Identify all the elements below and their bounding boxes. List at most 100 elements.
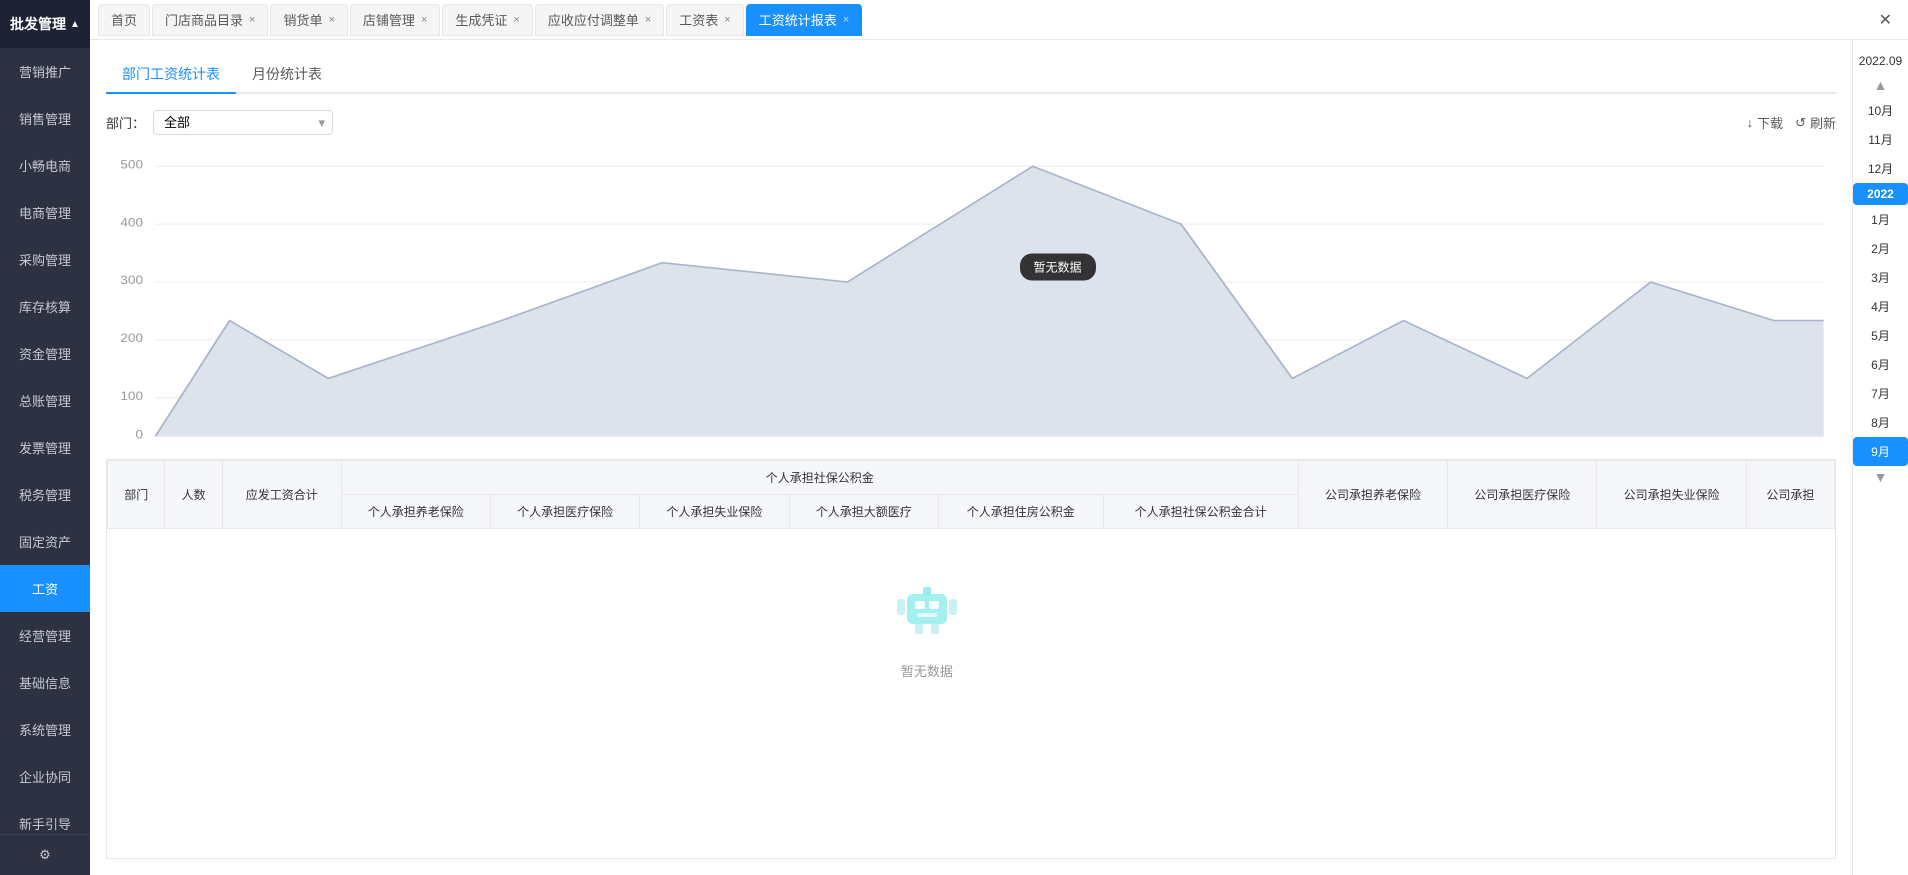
col-personal-total: 个人承担社保公积金合计 (1103, 495, 1298, 529)
download-button[interactable]: ↓ 下载 (1747, 113, 1784, 132)
tab-payable[interactable]: 应收应付调整单 × (535, 4, 664, 36)
col-personal-housing: 个人承担住房公积金 (938, 495, 1103, 529)
sidebar-item-salary[interactable]: 工资 (0, 565, 90, 612)
date-up-button[interactable]: ▲ (1867, 74, 1895, 96)
sidebar-item-ecommerce[interactable]: 电商管理 (0, 189, 90, 236)
date-month-dec[interactable]: 12月 (1853, 154, 1908, 183)
stats-table: 部门 人数 应发工资合计 个人承担社保公积金 公司承担养老保险 公司承担医疗保险… (107, 460, 1835, 720)
sidebar-item-finance[interactable]: 资金管理 (0, 330, 90, 377)
dept-label: 部门： (106, 113, 145, 132)
tab-label-salary-report: 工资统计报表 (759, 10, 837, 29)
settings-icon: ⚙ (39, 847, 51, 862)
svg-text:200: 200 (120, 331, 143, 345)
empty-icon (887, 569, 967, 649)
dept-select-wrapper: 全部 (153, 110, 333, 135)
sidebar-item-ledger[interactable]: 总账管理 (0, 377, 90, 424)
date-month-may[interactable]: 5月 (1853, 321, 1908, 350)
chart-svg: 500 400 300 200 100 0 (106, 147, 1836, 447)
sidebar-title: 批发管理 (10, 14, 66, 34)
col-personal-medical: 个人承担医疗保险 (490, 495, 639, 529)
tab-close-store-mgmt[interactable]: × (421, 14, 427, 26)
table-wrapper[interactable]: 部门 人数 应发工资合计 个人承担社保公积金 公司承担养老保险 公司承担医疗保险… (106, 459, 1836, 859)
date-month-jul[interactable]: 7月 (1853, 379, 1908, 408)
sidebar-chevron-icon: ▲ (70, 19, 80, 30)
chart-container: 500 400 300 200 100 0 (106, 147, 1836, 447)
sidebar: 批发管理 ▲ 营销推广销售管理小畅电商电商管理采购管理库存核算资金管理总账管理发… (0, 0, 90, 875)
col-personal-pension: 个人承担养老保险 (341, 495, 490, 529)
date-year-2022[interactable]: 2022 (1853, 183, 1908, 205)
tab-label-store-mgmt: 店铺管理 (363, 10, 415, 29)
tab-product-catalog[interactable]: 门店商品目录 × (152, 4, 268, 36)
date-month-mar[interactable]: 3月 (1853, 263, 1908, 292)
toolbar: 部门： 全部 ↓ 下载 ↺ 刷新 (106, 110, 1836, 135)
sidebar-item-guide[interactable]: 新手引导 (0, 800, 90, 834)
empty-row: 暂无数据 (108, 529, 1835, 721)
date-down-button[interactable]: ▼ (1867, 466, 1895, 488)
sidebar-header[interactable]: 批发管理 ▲ (0, 0, 90, 48)
svg-text:100: 100 (120, 389, 143, 403)
refresh-icon: ↺ (1795, 115, 1806, 131)
tab-label-payroll: 工资表 (679, 10, 718, 29)
svg-text:300: 300 (120, 273, 143, 287)
date-month-nov[interactable]: 11月 (1853, 125, 1908, 154)
tab-voucher[interactable]: 生成凭证× (442, 4, 532, 36)
tab-close-salary-report[interactable]: × (843, 14, 849, 26)
date-month-aug[interactable]: 8月 (1853, 408, 1908, 437)
empty-label: 暂无数据 (901, 661, 953, 680)
date-month-feb[interactable]: 2月 (1853, 234, 1908, 263)
tab-label-payable: 应收应付调整单 (548, 10, 639, 29)
col-personal-group: 个人承担社保公积金 (341, 461, 1298, 495)
sidebar-item-enterprise[interactable]: 企业协同 (0, 753, 90, 800)
sidebar-item-basic[interactable]: 基础信息 (0, 659, 90, 706)
svg-text:0: 0 (136, 427, 144, 441)
tab-label-product-catalog: 门店商品目录 (165, 10, 243, 29)
date-month-jun[interactable]: 6月 (1853, 350, 1908, 379)
col-company-pension: 公司承担养老保险 (1298, 461, 1447, 529)
sidebar-item-operations[interactable]: 经营管理 (0, 612, 90, 659)
page-area: 部门工资统计表月份统计表 部门： 全部 ↓ 下载 (90, 40, 1852, 875)
refresh-button[interactable]: ↺ 刷新 (1795, 113, 1836, 132)
col-company-medical: 公司承担医疗保险 (1448, 461, 1597, 529)
tab-close-voucher[interactable]: × (513, 14, 519, 26)
col-company-unemployment: 公司承担失业保险 (1597, 461, 1746, 529)
sidebar-item-system[interactable]: 系统管理 (0, 706, 90, 753)
tab-store-mgmt[interactable]: 店铺管理 × (350, 4, 440, 36)
tab-payroll[interactable]: 工资表 × (666, 4, 743, 36)
download-label: 下载 (1757, 113, 1783, 132)
date-month-sep[interactable]: 9月 (1853, 437, 1908, 466)
content-area: 部门工资统计表月份统计表 部门： 全部 ↓ 下载 (90, 40, 1908, 875)
sidebar-item-tax[interactable]: 税务管理 (0, 471, 90, 518)
sub-tabs: 部门工资统计表月份统计表 (106, 56, 1836, 94)
sidebar-item-inventory[interactable]: 库存核算 (0, 283, 90, 330)
sidebar-item-ecommerce-small[interactable]: 小畅电商 (0, 142, 90, 189)
sidebar-item-purchase[interactable]: 采购管理 (0, 236, 90, 283)
tab-label-home: 首页 (111, 10, 137, 29)
date-month-apr[interactable]: 4月 (1853, 292, 1908, 321)
empty-state: 暂无数据 (108, 529, 1747, 720)
tab-close-product-catalog[interactable]: × (249, 14, 255, 26)
table-group-header-row: 部门 人数 应发工资合计 个人承担社保公积金 公司承担养老保险 公司承担医疗保险… (108, 461, 1835, 495)
col-personal-serious: 个人承担大额医疗 (789, 495, 938, 529)
dept-select[interactable]: 全部 (153, 110, 333, 135)
tab-close-sales-order[interactable]: × (328, 14, 334, 26)
sidebar-item-invoice[interactable]: 发票管理 (0, 424, 90, 471)
sidebar-item-sales[interactable]: 销售管理 (0, 95, 90, 142)
date-month-oct[interactable]: 10月 (1853, 96, 1908, 125)
col-gross: 应发工资合计 (222, 461, 341, 529)
tab-home[interactable]: 首页 (98, 4, 150, 36)
tab-close-payroll[interactable]: × (724, 14, 730, 26)
tab-sales-order[interactable]: 销货单× (270, 4, 347, 36)
date-month-jan[interactable]: 1月 (1853, 205, 1908, 234)
sidebar-item-assets[interactable]: 固定资产 (0, 518, 90, 565)
toolbar-right: ↓ 下载 ↺ 刷新 (1747, 113, 1836, 132)
sub-tab-month-stats[interactable]: 月份统计表 (236, 56, 338, 94)
sidebar-items: 营销推广销售管理小畅电商电商管理采购管理库存核算资金管理总账管理发票管理税务管理… (0, 48, 90, 834)
sidebar-footer[interactable]: ⚙ (0, 834, 90, 875)
close-all-tabs-button[interactable]: ✕ (1871, 6, 1900, 34)
date-current[interactable]: 2022.09 (1859, 48, 1902, 74)
tab-bar: 首页门店商品目录×销货单×店铺管理×生成凭证×应收应付调整单×工资表×工资统计报… (90, 0, 1908, 40)
sub-tab-dept-stats[interactable]: 部门工资统计表 (106, 56, 236, 94)
tab-close-payable[interactable]: × (645, 14, 651, 26)
tab-salary-report[interactable]: 工资统计报表 × (746, 4, 862, 36)
sidebar-item-marketing[interactable]: 营销推广 (0, 48, 90, 95)
